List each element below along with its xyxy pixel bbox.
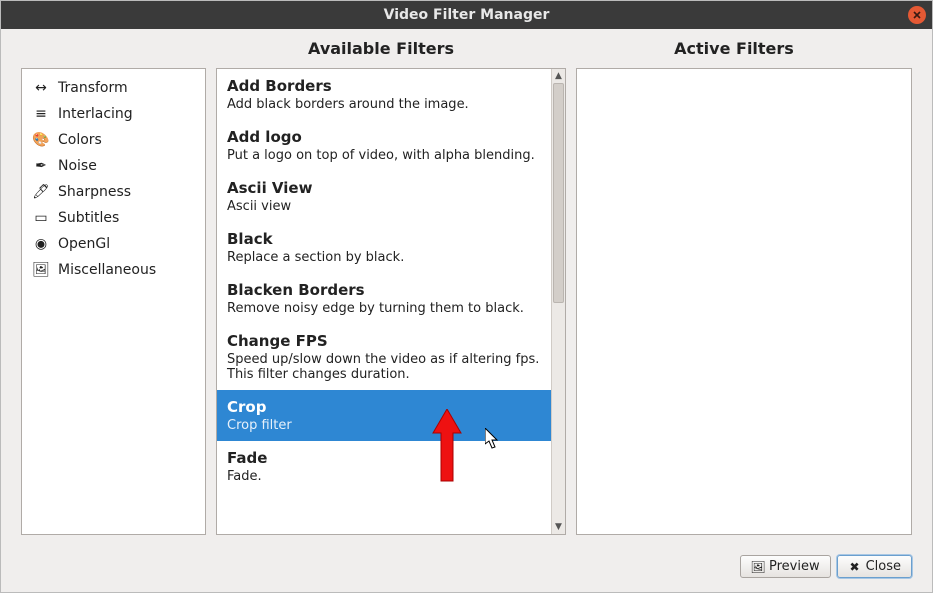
category-label: Noise bbox=[58, 158, 97, 174]
misc-icon: 🖼 bbox=[32, 261, 50, 279]
filter-desc: Remove noisy edge by turning them to bla… bbox=[227, 301, 541, 316]
category-list: ↔ Transform ≡ Interlacing 🎨 Colors ✒ Noi… bbox=[21, 68, 206, 535]
filter-name: Add Borders bbox=[227, 77, 541, 95]
panels-row: ↔ Transform ≡ Interlacing 🎨 Colors ✒ Noi… bbox=[1, 58, 932, 545]
filter-name: Black bbox=[227, 230, 541, 248]
transform-icon: ↔ bbox=[32, 79, 50, 97]
preview-button[interactable]: 🖼 Preview bbox=[740, 555, 831, 578]
filter-name: Ascii View bbox=[227, 179, 541, 197]
filter-blacken-borders[interactable]: Blacken Borders Remove noisy edge by tur… bbox=[217, 273, 551, 324]
category-sharpness[interactable]: 🖊 Sharpness bbox=[22, 179, 205, 205]
client-area: Available Filters Active Filters ↔ Trans… bbox=[1, 29, 932, 592]
category-label: Miscellaneous bbox=[58, 262, 156, 278]
filter-add-logo[interactable]: Add logo Put a logo on top of video, wit… bbox=[217, 120, 551, 171]
active-filters-heading: Active Filters bbox=[556, 39, 912, 58]
sharpness-icon: 🖊 bbox=[32, 183, 50, 201]
opengl-icon: ◉ bbox=[32, 235, 50, 253]
scroll-thumb[interactable] bbox=[553, 83, 564, 303]
window-title: Video Filter Manager bbox=[384, 7, 550, 23]
preview-icon: 🖼 bbox=[751, 560, 765, 574]
filter-name: Change FPS bbox=[227, 332, 541, 350]
filter-desc: Fade. bbox=[227, 469, 541, 484]
category-label: Interlacing bbox=[58, 106, 133, 122]
filter-name: Crop bbox=[227, 398, 541, 416]
category-miscellaneous[interactable]: 🖼 Miscellaneous bbox=[22, 257, 205, 283]
colors-icon: 🎨 bbox=[32, 131, 50, 149]
category-transform[interactable]: ↔ Transform bbox=[22, 75, 205, 101]
filter-desc: Crop filter bbox=[227, 418, 541, 433]
preview-label: Preview bbox=[769, 559, 820, 574]
close-button[interactable]: ✖ Close bbox=[837, 555, 912, 578]
close-label: Close bbox=[866, 559, 901, 574]
category-label: Transform bbox=[58, 80, 128, 96]
filter-ascii-view[interactable]: Ascii View Ascii view bbox=[217, 171, 551, 222]
subtitles-icon: ▭ bbox=[32, 209, 50, 227]
noise-icon: ✒ bbox=[32, 157, 50, 175]
category-interlacing[interactable]: ≡ Interlacing bbox=[22, 101, 205, 127]
window-close-button[interactable] bbox=[908, 6, 926, 24]
category-label: OpenGl bbox=[58, 236, 110, 252]
dialog-footer: 🖼 Preview ✖ Close bbox=[1, 545, 932, 592]
category-label: Colors bbox=[58, 132, 102, 148]
filter-crop[interactable]: Crop Crop filter bbox=[217, 390, 551, 441]
column-headings: Available Filters Active Filters bbox=[1, 39, 932, 58]
close-icon: ✖ bbox=[848, 560, 862, 574]
filter-change-fps[interactable]: Change FPS Speed up/slow down the video … bbox=[217, 324, 551, 390]
filter-name: Add logo bbox=[227, 128, 541, 146]
filter-name: Blacken Borders bbox=[227, 281, 541, 299]
filter-name: Fade bbox=[227, 449, 541, 467]
filter-desc: Speed up/slow down the video as if alter… bbox=[227, 352, 541, 382]
filter-desc: Ascii view bbox=[227, 199, 541, 214]
available-filters-panel: Add Borders Add black borders around the… bbox=[216, 68, 566, 535]
available-filters-list: Add Borders Add black borders around the… bbox=[217, 69, 551, 534]
video-filter-manager-window: Video Filter Manager Available Filters A… bbox=[0, 0, 933, 593]
category-label: Subtitles bbox=[58, 210, 119, 226]
category-opengl[interactable]: ◉ OpenGl bbox=[22, 231, 205, 257]
titlebar: Video Filter Manager bbox=[1, 1, 932, 29]
category-noise[interactable]: ✒ Noise bbox=[22, 153, 205, 179]
close-icon bbox=[912, 10, 922, 20]
available-scrollbar[interactable]: ▲ ▼ bbox=[551, 69, 565, 534]
category-label: Sharpness bbox=[58, 184, 131, 200]
filter-desc: Put a logo on top of video, with alpha b… bbox=[227, 148, 541, 163]
filter-fade[interactable]: Fade Fade. bbox=[217, 441, 551, 492]
scroll-up-arrow-icon[interactable]: ▲ bbox=[552, 69, 565, 83]
interlacing-icon: ≡ bbox=[32, 105, 50, 123]
category-subtitles[interactable]: ▭ Subtitles bbox=[22, 205, 205, 231]
category-colors[interactable]: 🎨 Colors bbox=[22, 127, 205, 153]
scroll-down-arrow-icon[interactable]: ▼ bbox=[552, 520, 565, 534]
filter-black[interactable]: Black Replace a section by black. bbox=[217, 222, 551, 273]
active-filters-panel bbox=[576, 68, 912, 535]
filter-desc: Add black borders around the image. bbox=[227, 97, 541, 112]
filter-add-borders[interactable]: Add Borders Add black borders around the… bbox=[217, 69, 551, 120]
filter-desc: Replace a section by black. bbox=[227, 250, 541, 265]
available-filters-heading: Available Filters bbox=[206, 39, 556, 58]
